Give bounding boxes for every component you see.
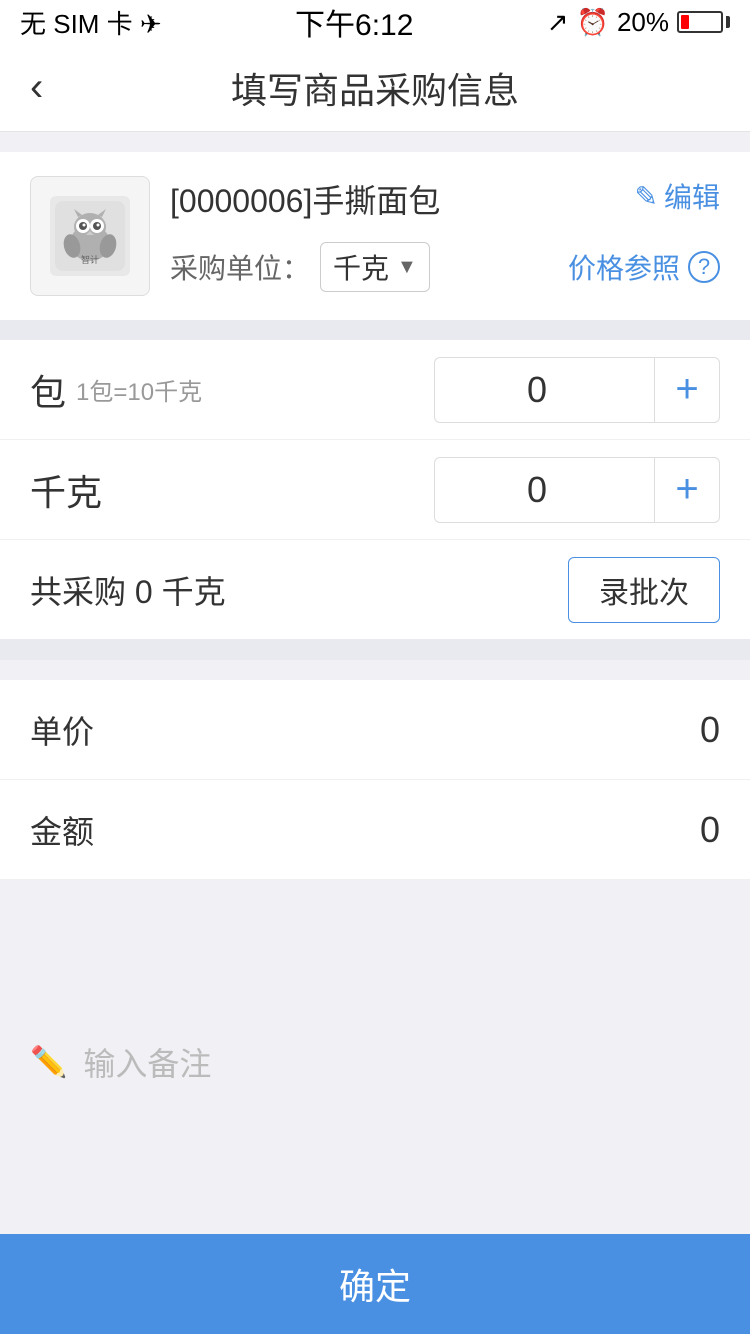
unit-price-label: 单价: [30, 707, 94, 753]
unit-select[interactable]: 千克 ▼: [320, 242, 430, 292]
status-bar: 无 SIM 卡 ✈ 下午6:12 ↗ ⏰ 20%: [0, 0, 750, 44]
kg-input-row: 千克 +: [0, 440, 750, 540]
kg-label: 千克: [30, 464, 102, 516]
price-ref-help-icon: ?: [688, 251, 720, 283]
status-right: ↗ ⏰ 20%: [547, 7, 730, 38]
bag-input-right: +: [434, 357, 720, 423]
no-sim-text: 无 SIM 卡 ✈: [20, 4, 162, 41]
amount-value: 0: [700, 809, 720, 851]
edit-button[interactable]: ✎ 编辑: [635, 176, 720, 216]
total-row: 共采购 0 千克 录批次: [0, 540, 750, 640]
product-header: [0000006]手撕面包 ✎ 编辑: [170, 176, 720, 222]
price-section: 单价 0 金额 0: [0, 680, 750, 880]
pencil-icon: ✏️: [30, 1045, 67, 1080]
location-icon: ↗: [547, 7, 569, 38]
note-section[interactable]: ✏️ 输入备注: [0, 882, 750, 1242]
bag-sub-label: 1包=10千克: [76, 372, 202, 407]
note-placeholder: 输入备注: [83, 1039, 211, 1085]
product-image: 智计: [30, 176, 150, 296]
batch-button[interactable]: 录批次: [568, 557, 720, 623]
back-button[interactable]: ‹: [30, 65, 63, 110]
kg-input-right: +: [434, 457, 720, 523]
bag-plus-button[interactable]: +: [654, 357, 720, 423]
total-amount: 0: [135, 574, 153, 610]
product-info: [0000006]手撕面包 ✎ 编辑 采购单位： 千克 ▼ 价格参照 ?: [170, 176, 720, 292]
confirm-label: 确定: [339, 1258, 411, 1310]
total-unit: 千克: [162, 574, 226, 610]
kg-quantity-input[interactable]: [434, 457, 654, 523]
price-ref-button[interactable]: 价格参照 ?: [568, 247, 720, 287]
nav-bar: ‹ 填写商品采购信息: [0, 44, 750, 132]
unit-label: 采购单位：: [170, 247, 310, 287]
total-label: 共采购: [30, 574, 126, 610]
unit-value: 千克: [333, 247, 389, 287]
edit-label: 编辑: [664, 176, 720, 216]
section-divider-2: [0, 640, 750, 660]
kg-label-group: 千克: [30, 464, 230, 516]
confirm-button[interactable]: 确定: [0, 1234, 750, 1334]
price-ref-label: 价格参照: [568, 247, 680, 287]
bag-input-row: 包 1包=10千克 +: [0, 340, 750, 440]
unit-price-row: 单价 0: [0, 680, 750, 780]
bag-label-group: 包 1包=10千克: [30, 364, 230, 416]
unit-price-value: 0: [700, 709, 720, 751]
product-name: [0000006]手撕面包: [170, 176, 440, 222]
owl-logo-icon: 智计: [55, 201, 125, 271]
product-logo: 智计: [50, 196, 130, 276]
product-card: 智计 [0000006]手撕面包 ✎ 编辑 采购单位： 千克 ▼ 价格参照 ?: [0, 152, 750, 320]
kg-plus-button[interactable]: +: [654, 457, 720, 523]
section-divider-1: [0, 320, 750, 340]
amount-row: 金额 0: [0, 780, 750, 880]
status-time: 下午6:12: [295, 0, 413, 44]
battery-icon: [677, 11, 730, 33]
alarm-icon: ⏰: [577, 7, 609, 38]
unit-dropdown-arrow-icon: ▼: [397, 256, 417, 279]
amount-label: 金额: [30, 807, 94, 853]
page-title: 填写商品采购信息: [231, 62, 519, 114]
svg-text:智计: 智计: [81, 254, 99, 265]
input-section: 包 1包=10千克 + 千克 +: [0, 340, 750, 540]
battery-percent: 20%: [617, 7, 669, 38]
total-text: 共采购 0 千克: [30, 567, 226, 613]
bag-label: 包: [30, 364, 66, 416]
status-left: 无 SIM 卡 ✈: [20, 4, 162, 41]
product-unit-row: 采购单位： 千克 ▼ 价格参照 ?: [170, 242, 720, 292]
edit-icon: ✎: [635, 180, 658, 213]
bag-quantity-input[interactable]: [434, 357, 654, 423]
